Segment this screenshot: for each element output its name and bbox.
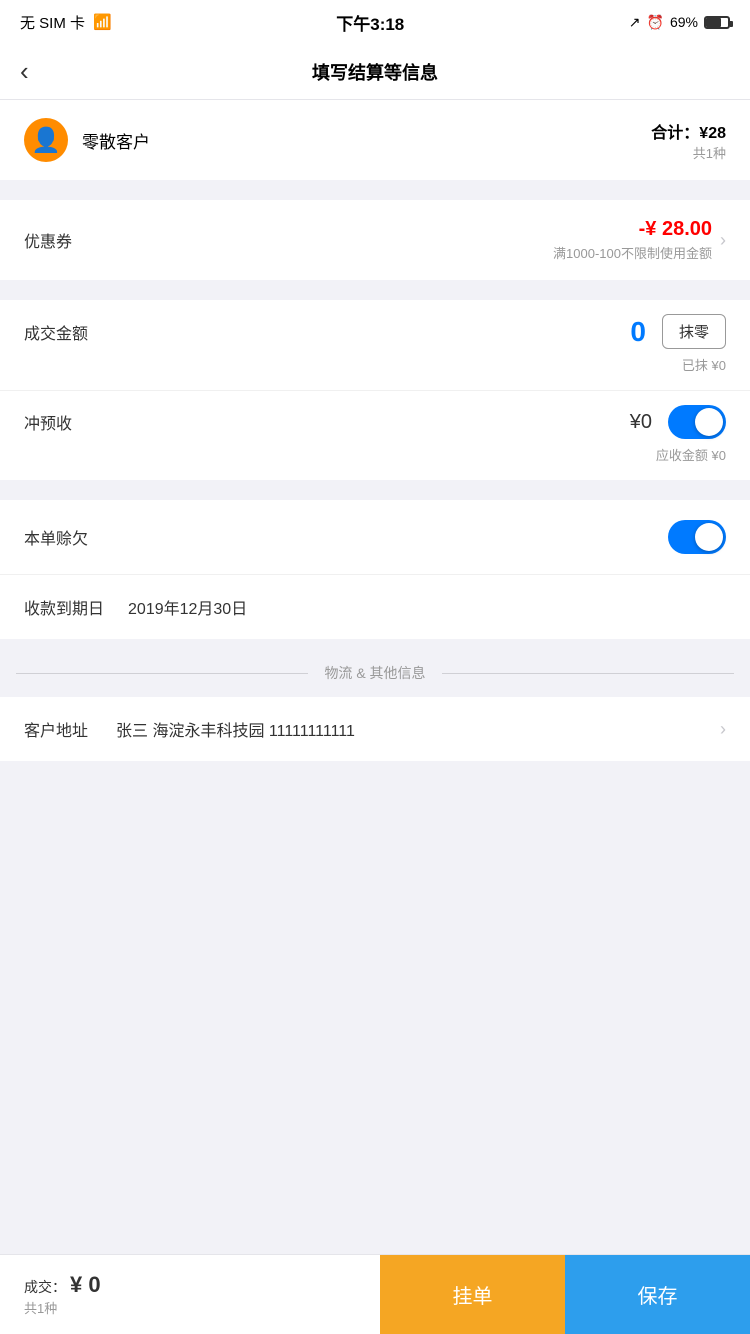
coupon-row[interactable]: 优惠券 -¥ 28.00 满1000-100不限制使用金额 › [0, 200, 750, 280]
receivable-row: 应收金额 ¥0 [0, 443, 750, 480]
status-bar: 无 SIM 卡 📶 下午3:18 ↗ ⏰ 69% [0, 0, 750, 44]
divider-line-right [442, 673, 734, 674]
address-chevron-icon: › [720, 719, 726, 740]
address-right: › [712, 719, 726, 740]
transaction-value: 0 [630, 316, 646, 348]
section-divider-text: 物流 & 其他信息 [324, 663, 425, 683]
due-date-row: 收款到期日 2019年12月30日 [0, 575, 750, 639]
coupon-chevron-icon: › [720, 230, 726, 251]
nav-bar: ‹ 填写结算等信息 [0, 44, 750, 100]
section-divider: 物流 & 其他信息 [0, 649, 750, 697]
divider-3 [0, 490, 750, 500]
round-button[interactable]: 抹零 [662, 314, 726, 349]
total-amount: 合计：¥28 [651, 119, 726, 143]
advance-toggle-knob [695, 408, 723, 436]
address-card[interactable]: 客户地址 张三 海淀永丰科技园 11111111111 › [0, 697, 750, 761]
divider-1 [0, 190, 750, 200]
no-sim-label: 无 SIM 卡 [20, 12, 85, 33]
coupon-card[interactable]: 优惠券 -¥ 28.00 满1000-100不限制使用金额 › [0, 200, 750, 280]
transaction-amount-row: 成交金额 0 抹零 [0, 300, 750, 353]
bottom-spacer [0, 771, 750, 851]
transaction-label: 成交金额 [24, 320, 104, 344]
bottom-deal-label: 成交： [24, 1277, 66, 1297]
already-rounded-label: 已抹 ¥0 [682, 355, 726, 374]
battery-bar [704, 16, 730, 29]
debt-toggle[interactable] [668, 520, 726, 554]
customer-row: 👤 零散客户 合计：¥28 共1种 [0, 100, 750, 180]
advance-row: 冲预收 ¥0 [0, 391, 750, 443]
customer-card: 👤 零散客户 合计：¥28 共1种 [0, 100, 750, 180]
status-right: ↗ ⏰ 69% [629, 14, 730, 31]
debt-row: 本单赊欠 [0, 500, 750, 575]
address-label: 客户地址 [24, 717, 104, 741]
status-left: 无 SIM 卡 📶 [20, 12, 112, 33]
advance-toggle[interactable] [668, 405, 726, 439]
customer-left: 👤 零散客户 [24, 118, 150, 162]
location-icon: ↗ [629, 14, 641, 31]
due-date-value: 2019年12月30日 [128, 595, 247, 619]
debt-card: 本单赊欠 收款到期日 2019年12月30日 [0, 500, 750, 639]
divider-line-left [16, 673, 308, 674]
coupon-amount: -¥ 28.00 [639, 218, 712, 241]
bottom-info: 成交： ¥ 0 共1种 [0, 1255, 380, 1334]
debt-label: 本单赊欠 [24, 525, 88, 549]
battery-fill [706, 18, 721, 27]
already-rounded-row: 已抹 ¥0 [0, 353, 750, 391]
advance-amount: ¥0 [630, 411, 652, 434]
customer-right: 合计：¥28 共1种 [651, 119, 726, 162]
save-button[interactable]: 保存 [565, 1255, 750, 1334]
bottom-bar: 成交： ¥ 0 共1种 挂单 保存 [0, 1254, 750, 1334]
back-button[interactable]: ‹ [20, 56, 29, 87]
receivable-label: 应收金额 ¥0 [656, 445, 726, 464]
address-value: 张三 海淀永丰科技园 11111111111 [116, 717, 712, 741]
content: 👤 零散客户 合计：¥28 共1种 优惠券 -¥ 28.00 满1000-100… [0, 100, 750, 851]
address-row[interactable]: 客户地址 张三 海淀永丰科技园 11111111111 › [0, 697, 750, 761]
status-time: 下午3:18 [336, 10, 404, 35]
customer-name: 零散客户 [82, 128, 150, 153]
bottom-deal-amount: ¥ 0 [70, 1272, 101, 1298]
avatar-icon: 👤 [31, 126, 61, 155]
advance-label: 冲预收 [24, 410, 104, 434]
due-date-label: 收款到期日 [24, 595, 104, 619]
hang-button[interactable]: 挂单 [380, 1255, 565, 1334]
total-count: 共1种 [651, 143, 726, 162]
battery-label: 69% [670, 14, 698, 30]
alarm-icon: ⏰ [647, 14, 664, 31]
transaction-card: 成交金额 0 抹零 已抹 ¥0 冲预收 ¥0 应收金额 ¥0 [0, 300, 750, 480]
coupon-label: 优惠券 [24, 228, 104, 252]
divider-2 [0, 290, 750, 300]
bottom-count: 共1种 [24, 1298, 356, 1317]
coupon-desc: 满1000-100不限制使用金额 [553, 243, 712, 262]
avatar: 👤 [24, 118, 68, 162]
wifi-icon: 📶 [93, 13, 112, 31]
coupon-value: -¥ 28.00 满1000-100不限制使用金额 [553, 218, 712, 262]
debt-toggle-knob [695, 523, 723, 551]
page-title: 填写结算等信息 [312, 59, 438, 85]
